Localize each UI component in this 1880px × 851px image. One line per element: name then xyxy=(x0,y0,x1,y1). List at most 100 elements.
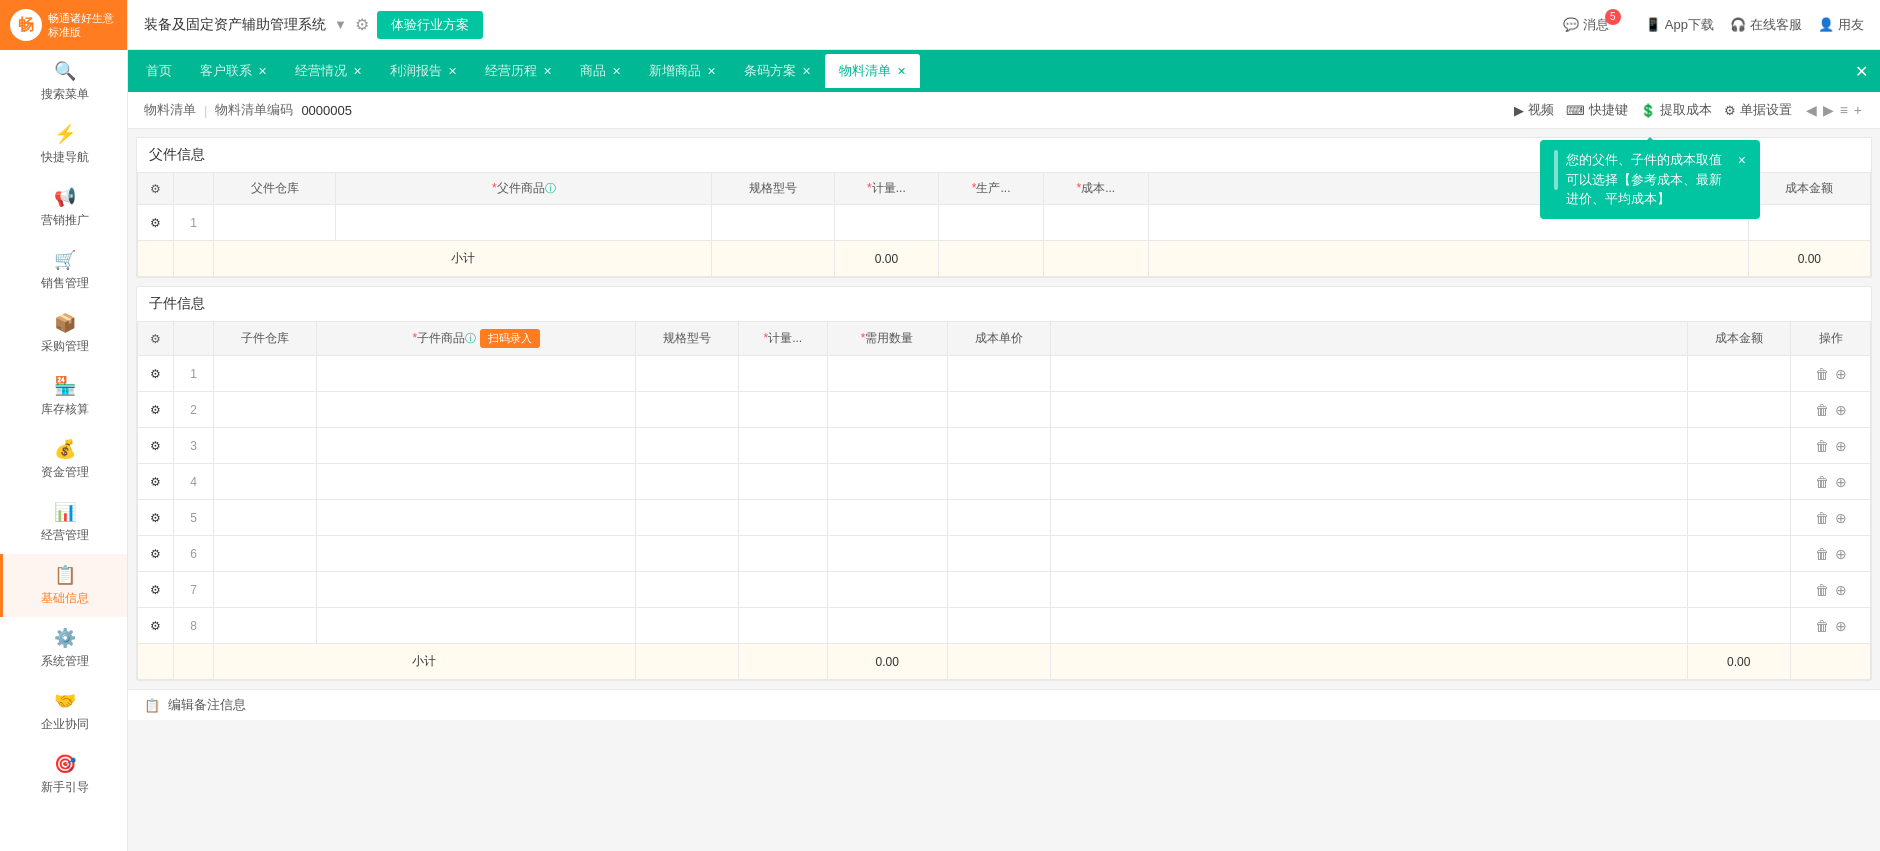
row-gear[interactable]: ⚙ xyxy=(138,428,174,464)
child-spec-cell[interactable] xyxy=(635,572,738,608)
child-product-cell[interactable] xyxy=(317,356,635,392)
close-all-tabs-icon[interactable]: ✕ xyxy=(1847,62,1876,81)
child-qty-cell[interactable] xyxy=(827,608,947,644)
child-qty-cell[interactable] xyxy=(827,536,947,572)
sidebar-item-快捷导航[interactable]: ⚡快捷导航 xyxy=(0,113,127,176)
notes-text[interactable]: 编辑备注信息 xyxy=(168,696,246,714)
add-icon[interactable]: + xyxy=(1852,100,1864,120)
copy-icon[interactable]: ⊕ xyxy=(1835,438,1847,454)
delete-icon[interactable]: 🗑 xyxy=(1815,510,1829,526)
copy-icon[interactable]: ⊕ xyxy=(1835,546,1847,562)
tooltip-close-button[interactable]: × xyxy=(1738,150,1746,171)
child-product-cell[interactable] xyxy=(317,464,635,500)
row-gear[interactable]: ⚙ xyxy=(138,205,174,241)
child-warehouse-cell[interactable] xyxy=(214,608,317,644)
copy-icon[interactable]: ⊕ xyxy=(1835,402,1847,418)
child-unit-cell[interactable] xyxy=(739,608,828,644)
child-warehouse-cell[interactable] xyxy=(214,464,317,500)
copy-icon[interactable]: ⊕ xyxy=(1835,618,1847,634)
child-spec-cell[interactable] xyxy=(635,428,738,464)
sidebar-item-营销推广[interactable]: 📢营销推广 xyxy=(0,176,127,239)
child-unit-cost-cell[interactable] xyxy=(947,392,1050,428)
child-product-cell[interactable] xyxy=(317,608,635,644)
row-gear[interactable]: ⚙ xyxy=(138,536,174,572)
child-product-cell[interactable] xyxy=(317,428,635,464)
copy-icon[interactable]: ⊕ xyxy=(1835,582,1847,598)
child-unit-cost-cell[interactable] xyxy=(947,572,1050,608)
copy-icon[interactable]: ⊕ xyxy=(1835,366,1847,382)
copy-icon[interactable]: ⊕ xyxy=(1835,474,1847,490)
delete-icon[interactable]: 🗑 xyxy=(1815,474,1829,490)
dropdown-arrow[interactable]: ▼ xyxy=(334,17,347,32)
tab-物料清单[interactable]: 物料清单✕ xyxy=(825,54,920,88)
child-spec-cell[interactable] xyxy=(635,608,738,644)
tab-close-icon[interactable]: ✕ xyxy=(448,65,457,78)
tab-close-icon[interactable]: ✕ xyxy=(897,65,906,78)
child-unit-cell[interactable] xyxy=(739,572,828,608)
online-service-button[interactable]: 🎧 在线客服 xyxy=(1730,16,1802,34)
tab-close-icon[interactable]: ✕ xyxy=(543,65,552,78)
child-spec-cell[interactable] xyxy=(635,356,738,392)
sidebar-item-搜索菜单[interactable]: 🔍搜索菜单 xyxy=(0,50,127,113)
child-unit-cell[interactable] xyxy=(739,392,828,428)
parent-product-cell[interactable] xyxy=(336,205,712,241)
breadcrumb-parent[interactable]: 物料清单 xyxy=(144,101,196,119)
tab-首页[interactable]: 首页 xyxy=(132,54,186,88)
child-warehouse-cell[interactable] xyxy=(214,392,317,428)
delete-icon[interactable]: 🗑 xyxy=(1815,366,1829,382)
user-menu[interactable]: 👤 用友 xyxy=(1818,16,1864,34)
sidebar-item-经营管理[interactable]: 📊经营管理 xyxy=(0,491,127,554)
child-unit-cell[interactable] xyxy=(739,356,828,392)
row-gear[interactable]: ⚙ xyxy=(138,392,174,428)
child-unit-cost-cell[interactable] xyxy=(947,428,1050,464)
row-gear[interactable]: ⚙ xyxy=(138,500,174,536)
cost-action[interactable]: 💲 提取成本 xyxy=(1640,101,1712,119)
child-spec-cell[interactable] xyxy=(635,500,738,536)
child-product-cell[interactable] xyxy=(317,572,635,608)
child-warehouse-cell[interactable] xyxy=(214,500,317,536)
parent-warehouse-cell[interactable] xyxy=(214,205,336,241)
gear-icon[interactable]: ⚙ xyxy=(150,182,161,196)
child-unit-cell[interactable] xyxy=(739,500,828,536)
sidebar-item-基础信息[interactable]: 📋基础信息 xyxy=(0,554,127,617)
sidebar-item-系统管理[interactable]: ⚙️系统管理 xyxy=(0,617,127,680)
tab-条码方案[interactable]: 条码方案✕ xyxy=(730,54,825,88)
tab-新增商品[interactable]: 新增商品✕ xyxy=(635,54,730,88)
tab-close-icon[interactable]: ✕ xyxy=(353,65,362,78)
sidebar-item-采购管理[interactable]: 📦采购管理 xyxy=(0,302,127,365)
child-gear-icon[interactable]: ⚙ xyxy=(150,332,161,346)
sidebar-item-企业协同[interactable]: 🤝企业协同 xyxy=(0,680,127,743)
parent-production-cell[interactable] xyxy=(939,205,1044,241)
delete-icon[interactable]: 🗑 xyxy=(1815,618,1829,634)
child-qty-cell[interactable] xyxy=(827,428,947,464)
child-qty-cell[interactable] xyxy=(827,572,947,608)
child-unit-cost-cell[interactable] xyxy=(947,608,1050,644)
parent-unit-cell[interactable] xyxy=(834,205,939,241)
tab-close-icon[interactable]: ✕ xyxy=(707,65,716,78)
delete-icon[interactable]: 🗑 xyxy=(1815,582,1829,598)
copy-icon[interactable]: ⊕ xyxy=(1835,510,1847,526)
child-qty-cell[interactable] xyxy=(827,392,947,428)
message-button[interactable]: 💬 消息 5 xyxy=(1563,16,1629,34)
sidebar-item-资金管理[interactable]: 💰资金管理 xyxy=(0,428,127,491)
shortcut-action[interactable]: ⌨ 快捷键 xyxy=(1566,101,1628,119)
tab-经营情况[interactable]: 经营情况✕ xyxy=(281,54,376,88)
child-unit-cost-cell[interactable] xyxy=(947,356,1050,392)
sidebar-item-库存核算[interactable]: 🏪库存核算 xyxy=(0,365,127,428)
tab-close-icon[interactable]: ✕ xyxy=(258,65,267,78)
row-gear[interactable]: ⚙ xyxy=(138,572,174,608)
child-warehouse-cell[interactable] xyxy=(214,572,317,608)
prev-arrow[interactable]: ◀ xyxy=(1804,100,1819,120)
row-gear[interactable]: ⚙ xyxy=(138,356,174,392)
child-product-cell[interactable] xyxy=(317,500,635,536)
child-spec-cell[interactable] xyxy=(635,464,738,500)
sidebar-item-新手引导[interactable]: 🎯新手引导 xyxy=(0,743,127,806)
parent-spec-cell[interactable] xyxy=(712,205,834,241)
next-arrow[interactable]: ▶ xyxy=(1821,100,1836,120)
child-product-cell[interactable] xyxy=(317,392,635,428)
settings-icon[interactable]: ⚙ xyxy=(355,15,369,34)
child-qty-cell[interactable] xyxy=(827,500,947,536)
trial-button[interactable]: 体验行业方案 xyxy=(377,11,483,39)
tab-close-icon[interactable]: ✕ xyxy=(802,65,811,78)
delete-icon[interactable]: 🗑 xyxy=(1815,402,1829,418)
